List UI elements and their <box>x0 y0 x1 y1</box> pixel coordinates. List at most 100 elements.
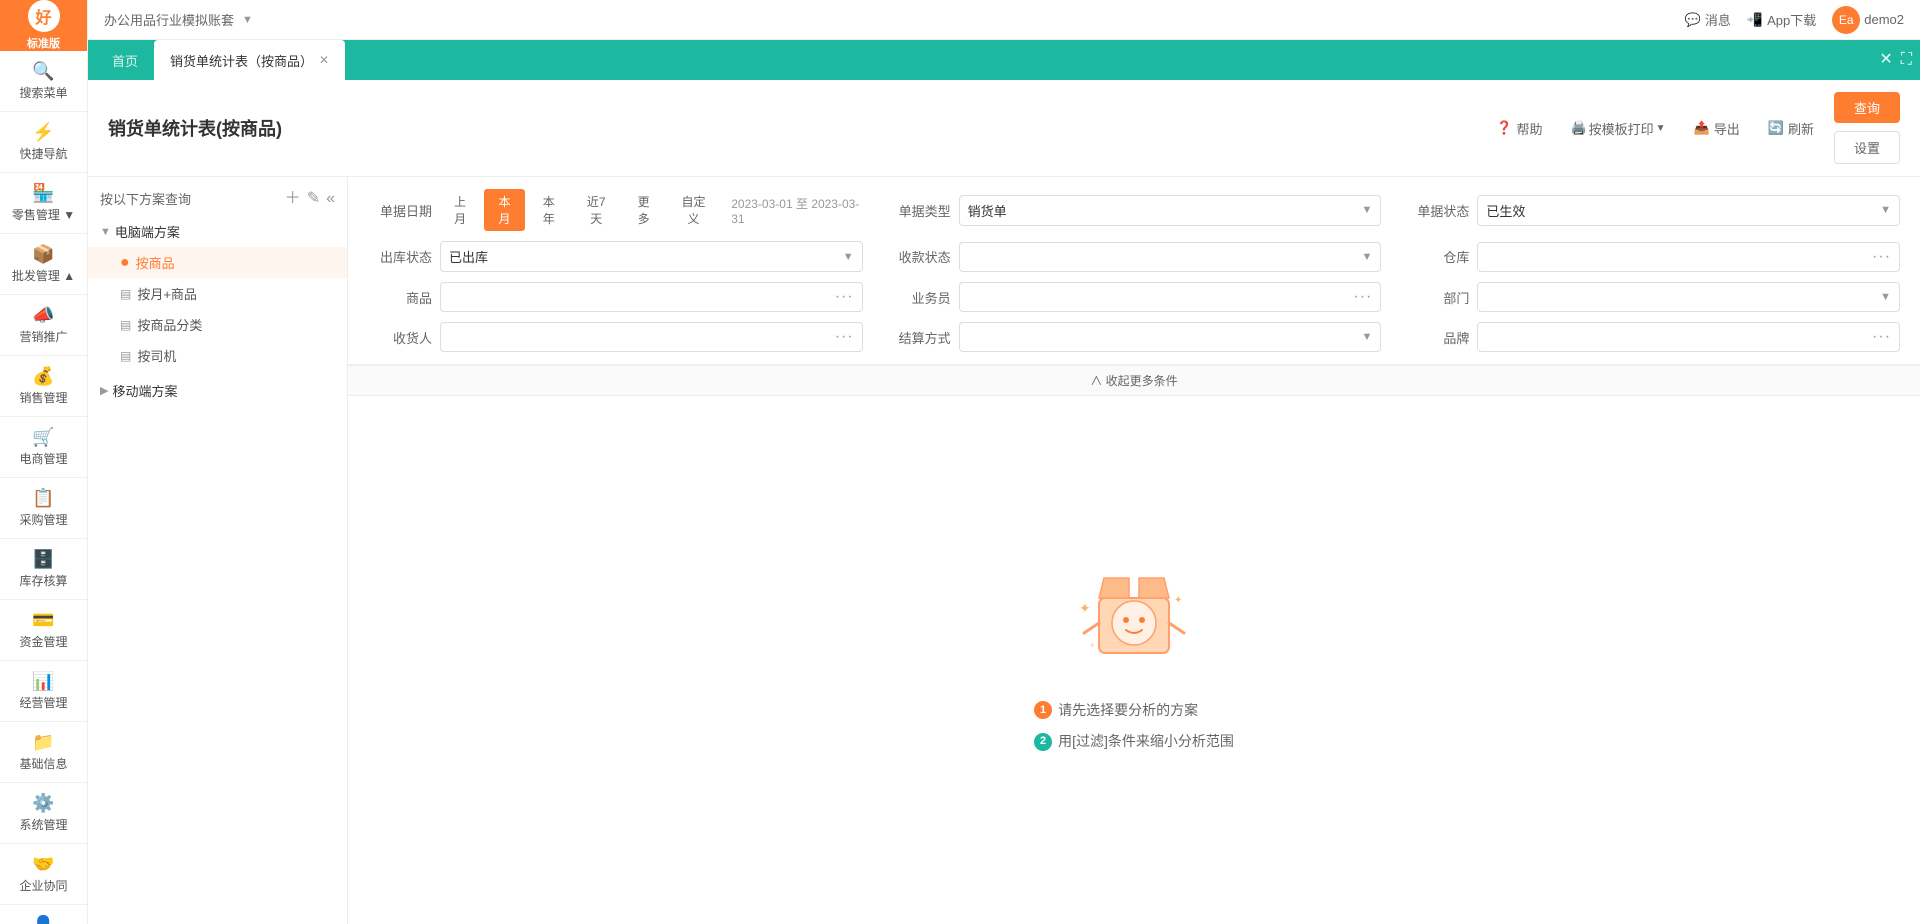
empty-bullet-1: 1 <box>1034 701 1052 719</box>
sidebar-item-enterprise[interactable]: 🤝 企业协同 <box>0 844 87 905</box>
add-scheme-btn[interactable]: ＋ <box>285 191 301 207</box>
tree-item-by-month-product-icon: ▤ <box>120 287 131 301</box>
filter-pay-status-select[interactable]: ▼ <box>959 242 1382 272</box>
user-menu[interactable]: Ea demo2 <box>1832 6 1904 34</box>
sidebar-item-operations[interactable]: 📊 经营管理 <box>0 661 87 722</box>
filter-doc-status-select[interactable]: 已生效 ▼ <box>1477 195 1900 226</box>
date-btn-this-year[interactable]: 本年 <box>529 189 569 231</box>
date-btn-custom[interactable]: 自定义 <box>668 189 719 231</box>
retail-icon: 🏪 <box>4 183 83 204</box>
sidebar-item-retail[interactable]: 🏪 零售管理 ▼ <box>0 173 87 234</box>
settings-btn[interactable]: 设置 <box>1834 131 1900 164</box>
sidebar-item-sales[interactable]: 💰 销售管理 <box>0 356 87 417</box>
filter-brand-select[interactable]: ··· <box>1477 322 1900 352</box>
sidebar-item-marketing[interactable]: 📣 营销推广 <box>0 295 87 356</box>
sidebar-item-search[interactable]: 🔍 搜索菜单 <box>0 51 87 112</box>
filter-department-control: ▼ <box>1477 282 1900 312</box>
newuser-icon: 👤 <box>4 915 83 924</box>
tree-item-by-cashier-icon: ▤ <box>120 349 131 363</box>
sidebar-item-finance[interactable]: 💳 资金管理 <box>0 600 87 661</box>
tree-group-mobile-toggle: ▶ <box>100 384 108 397</box>
filter-receiver-select[interactable]: ··· <box>440 322 863 352</box>
export-icon: 📤 <box>1694 120 1710 136</box>
tree-item-by-cashier[interactable]: ▤ 按司机 <box>88 340 347 371</box>
filter-brand-dots: ··· <box>1872 328 1891 346</box>
finance-icon: 💳 <box>4 610 83 631</box>
tab-sales-stat[interactable]: 销货单统计表（按商品） ✕ <box>154 40 345 80</box>
operations-icon: 📊 <box>4 671 83 692</box>
sidebar-item-system[interactable]: ⚙️ 系统管理 <box>0 783 87 844</box>
collapse-bar[interactable]: ∧ 收起更多条件 <box>348 365 1920 396</box>
sidebar-item-finance-label: 资金管理 <box>4 633 83 650</box>
export-btn[interactable]: 📤 导出 <box>1686 115 1748 142</box>
refresh-btn[interactable]: 🔄 刷新 <box>1760 115 1822 142</box>
tree-group-mobile-header[interactable]: ▶ 移动端方案 <box>88 375 347 406</box>
print-btn[interactable]: 🖨️ 按模板打印 ▼ <box>1562 115 1673 142</box>
tree-item-by-product[interactable]: ● 按商品 <box>88 247 347 278</box>
topbar: 办公用品行业模拟账套 ▼ 💬 消息 📲 App下载 Ea demo2 <box>88 0 1920 40</box>
date-btn-this-month[interactable]: 本月 <box>484 189 524 231</box>
collapse-scheme-btn[interactable]: « <box>326 191 335 207</box>
tab-close-btn[interactable]: ✕ <box>1879 52 1892 68</box>
sidebar-item-purchase[interactable]: 📋 采购管理 <box>0 478 87 539</box>
date-btn-more[interactable]: 更多 <box>623 189 663 231</box>
topbar-right: 💬 消息 📲 App下载 Ea demo2 <box>1685 6 1904 34</box>
action-buttons: 查询 设置 <box>1834 92 1900 164</box>
tree-item-by-month-product[interactable]: ▤ 按月+商品 <box>88 278 347 309</box>
tree-group-pc-toggle: ▼ <box>100 226 111 238</box>
tab-home[interactable]: 首页 <box>96 40 154 80</box>
tab-maximize-btn[interactable]: ⛶ <box>1901 52 1912 68</box>
filter-warehouse-select[interactable]: ··· <box>1477 242 1900 272</box>
edit-scheme-btn[interactable]: ✎ <box>307 191 320 207</box>
ecommerce-icon: 🛒 <box>4 427 83 448</box>
sidebar-item-operations-label: 经营管理 <box>4 694 83 711</box>
filter-doc-type-select[interactable]: 销货单 ▼ <box>959 195 1382 226</box>
date-btn-last-month[interactable]: 上月 <box>440 189 480 231</box>
filter-settlement-arrow: ▼ <box>1361 331 1372 343</box>
sidebar-item-inventory[interactable]: 🗄️ 库存核算 <box>0 539 87 600</box>
help-label: 帮助 <box>1516 119 1542 138</box>
sidebar-item-ecommerce[interactable]: 🛒 电商管理 <box>0 417 87 478</box>
help-btn[interactable]: ❓ 帮助 <box>1488 115 1550 142</box>
page-header-actions: ❓ 帮助 🖨️ 按模板打印 ▼ 📤 导出 🔄 刷新 查询 <box>1488 92 1900 176</box>
topbar-dropdown-arrow[interactable]: ▼ <box>242 14 253 26</box>
query-btn[interactable]: 查询 <box>1834 92 1900 123</box>
tab-home-label: 首页 <box>112 51 138 70</box>
filter-department-select[interactable]: ▼ <box>1477 282 1900 312</box>
tree-item-by-category-label: 按商品分类 <box>137 315 202 334</box>
svg-text:✦: ✦ <box>1089 641 1096 650</box>
filter-wh-status-select[interactable]: 已出库 ▼ <box>440 241 863 272</box>
empty-illustration: ✦ ✦ ✦ <box>1074 558 1194 678</box>
topbar-left: 办公用品行业模拟账套 ▼ <box>104 10 253 29</box>
app-logo: 好 标准版 <box>0 0 88 51</box>
filter-warehouse-label: 仓库 <box>1405 247 1469 266</box>
tree-group-mobile: ▶ 移动端方案 <box>88 375 347 406</box>
sidebar-item-quicknav[interactable]: ⚡ 快捷导航 <box>0 112 87 173</box>
sidebar-item-wholesale[interactable]: 📦 批发管理 ▲ <box>0 234 87 295</box>
tree-item-by-category[interactable]: ▤ 按商品分类 <box>88 309 347 340</box>
filter-settlement-select[interactable]: ▼ <box>959 322 1382 352</box>
tree-group-pc-header[interactable]: ▼ 电脑端方案 <box>88 216 347 247</box>
date-btn-last7days[interactable]: 近7天 <box>573 189 620 231</box>
filter-doc-type-arrow: ▼ <box>1361 204 1372 216</box>
tab-sales-stat-close[interactable]: ✕ <box>319 53 329 67</box>
filter-item-salesman: 业务员 ··· <box>887 282 1382 312</box>
app-download-btn[interactable]: 📲 App下载 <box>1747 10 1816 29</box>
empty-hint-2: 用[过滤]条件来缩小分析范围 <box>1058 729 1234 754</box>
filter-item-wh-status: 出库状态 已出库 ▼ <box>368 241 863 272</box>
tree-group-pc: ▼ 电脑端方案 ● 按商品 ▤ 按月+商品 ▤ 按商品分类 <box>88 216 347 371</box>
filter-salesman-select[interactable]: ··· <box>959 282 1382 312</box>
filter-doc-type-value: 销货单 <box>968 201 1007 220</box>
filter-item-receiver: 收货人 ··· <box>368 322 863 352</box>
filter-doc-status-arrow: ▼ <box>1880 204 1891 216</box>
sidebar-item-ecommerce-label: 电商管理 <box>4 450 83 467</box>
empty-icon: ✦ ✦ ✦ <box>1074 558 1194 678</box>
filter-product-select[interactable]: ··· <box>440 282 863 312</box>
sidebar-item-newuser[interactable]: 👤 新手引导 <box>0 905 87 924</box>
sales-icon: 💰 <box>4 366 83 387</box>
empty-text: 1 请先选择要分析的方案 2 用[过滤]条件来缩小分析范围 <box>1034 698 1234 754</box>
message-btn[interactable]: 💬 消息 <box>1685 10 1731 29</box>
filter-date-label: 单据日期 <box>368 201 432 220</box>
filter-row-1: 单据日期 上月 本月 本年 近7天 更多 自定义 2023-03-01 至 20… <box>368 189 1900 231</box>
sidebar-item-basics[interactable]: 📁 基础信息 <box>0 722 87 783</box>
